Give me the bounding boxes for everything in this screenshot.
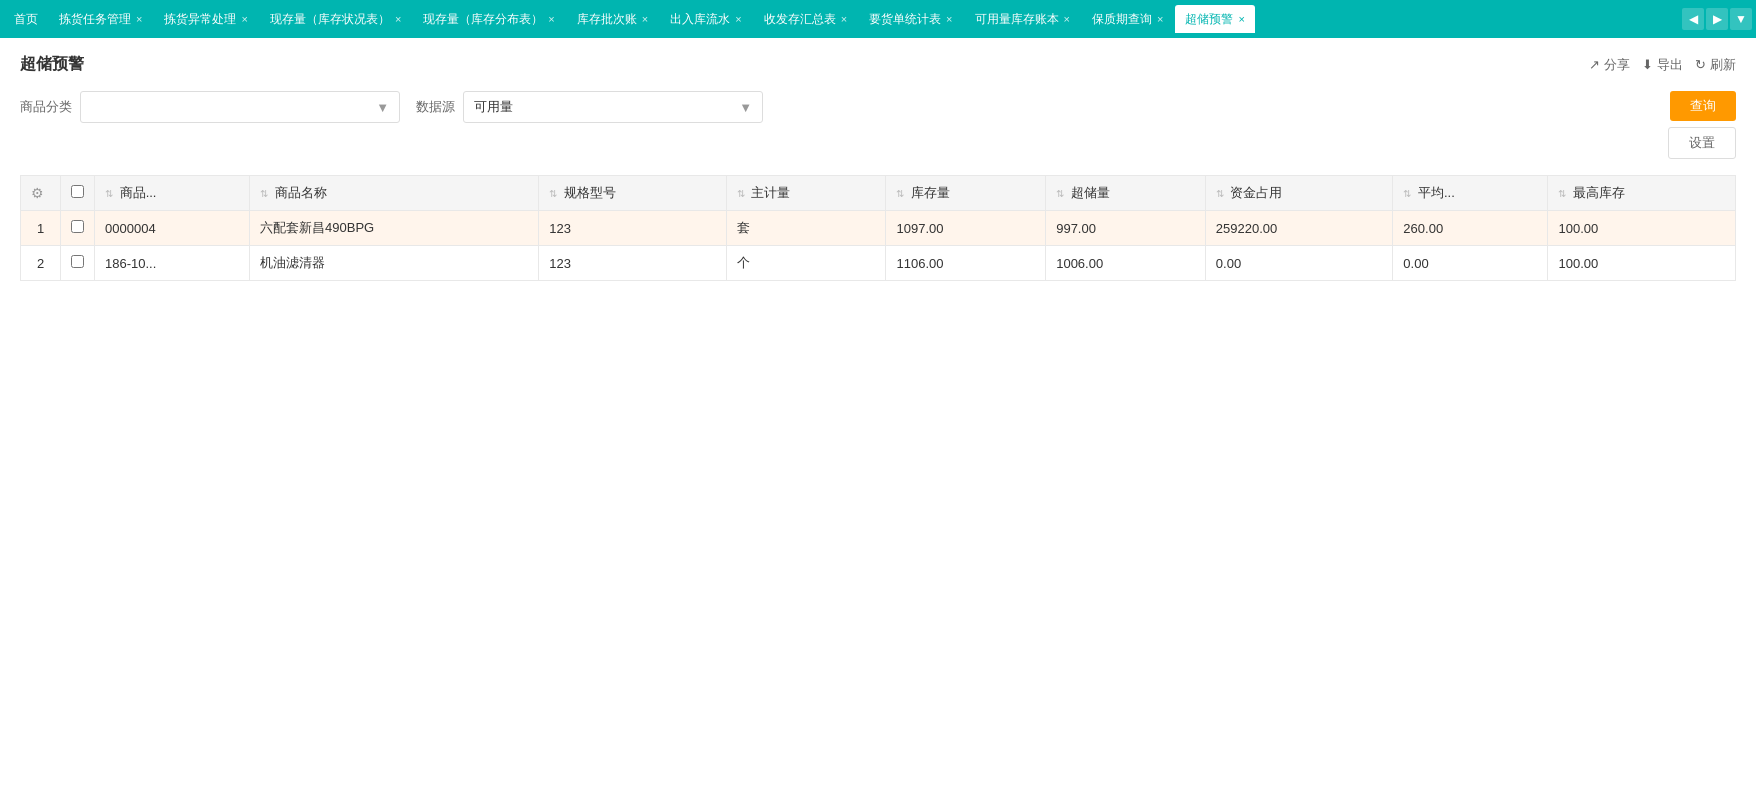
sort-icon-inventory: ⇅ bbox=[896, 188, 904, 199]
data-source-value: 可用量 bbox=[474, 98, 513, 116]
table-row: 1 0000004 六配套新昌490BPG 123 套 1097.00 997.… bbox=[21, 211, 1736, 246]
row-2-capital: 0.00 bbox=[1205, 246, 1393, 281]
th-capital[interactable]: ⇅ 资金占用 bbox=[1205, 176, 1393, 211]
row-1-product-code: 0000004 bbox=[95, 211, 250, 246]
close-tab-2[interactable]: × bbox=[241, 13, 247, 25]
nav-tab-8[interactable]: 要货单统计表 × bbox=[859, 5, 962, 33]
row-checkbox-1 bbox=[61, 211, 95, 246]
row-2-unit: 个 bbox=[726, 246, 886, 281]
page-header: 超储预警 ↗ 分享 ⬇ 导出 ↻ 刷新 bbox=[20, 54, 1736, 75]
close-tab-11[interactable]: × bbox=[1238, 13, 1244, 25]
th-product-name[interactable]: ⇅ 商品名称 bbox=[250, 176, 539, 211]
query-button[interactable]: 查询 bbox=[1670, 91, 1736, 121]
row-1-overstock: 997.00 bbox=[1046, 211, 1206, 246]
th-inventory[interactable]: ⇅ 库存量 bbox=[886, 176, 1046, 211]
th-settings: ⚙ bbox=[21, 176, 61, 211]
close-tab-1[interactable]: × bbox=[136, 13, 142, 25]
share-button[interactable]: ↗ 分享 bbox=[1589, 56, 1630, 74]
nav-tab-9[interactable]: 可用量库存账本 × bbox=[965, 5, 1080, 33]
row-1-max-inventory: 100.00 bbox=[1548, 211, 1736, 246]
close-tab-8[interactable]: × bbox=[946, 13, 952, 25]
close-tab-5[interactable]: × bbox=[642, 13, 648, 25]
main-content: 超储预警 ↗ 分享 ⬇ 导出 ↻ 刷新 商品分类 bbox=[0, 38, 1756, 800]
nav-tab-4[interactable]: 现存量（库存分布表） × bbox=[413, 5, 564, 33]
row-1-capital: 259220.00 bbox=[1205, 211, 1393, 246]
sort-icon-code: ⇅ bbox=[105, 188, 113, 199]
row-2-checkbox[interactable] bbox=[71, 255, 84, 268]
row-1-avg: 260.00 bbox=[1393, 211, 1548, 246]
sort-icon-spec: ⇅ bbox=[549, 188, 557, 199]
share-icon: ↗ bbox=[1589, 57, 1600, 72]
row-2-avg: 0.00 bbox=[1393, 246, 1548, 281]
data-table: ⚙ ⇅ 商品... ⇅ 商品名称 ⇅ 规格型号 ⇅ bbox=[20, 175, 1736, 281]
close-tab-6[interactable]: × bbox=[735, 13, 741, 25]
nav-tab-5[interactable]: 库存批次账 × bbox=[567, 5, 658, 33]
product-category-filter: 商品分类 ▼ bbox=[20, 91, 400, 123]
row-2-inventory: 1106.00 bbox=[886, 246, 1046, 281]
close-tab-10[interactable]: × bbox=[1157, 13, 1163, 25]
th-avg[interactable]: ⇅ 平均... bbox=[1393, 176, 1548, 211]
th-checkbox bbox=[61, 176, 95, 211]
table-row: 2 186-10... 机油滤清器 123 个 1106.00 1006.00 … bbox=[21, 246, 1736, 281]
nav-tab-3[interactable]: 现存量（库存状况表） × bbox=[260, 5, 411, 33]
close-tab-3[interactable]: × bbox=[395, 13, 401, 25]
nav-more-btn[interactable]: ▼ bbox=[1730, 8, 1752, 30]
product-category-select[interactable]: ▼ bbox=[80, 91, 400, 123]
row-2-product-code: 186-10... bbox=[95, 246, 250, 281]
nav-arrows: ◀ ▶ ▼ bbox=[1682, 8, 1752, 30]
data-source-filter: 数据源 可用量 ▼ bbox=[416, 91, 763, 123]
nav-tab-11[interactable]: 超储预警 × bbox=[1175, 5, 1254, 33]
th-unit[interactable]: ⇅ 主计量 bbox=[726, 176, 886, 211]
sort-icon-avg: ⇅ bbox=[1403, 188, 1411, 199]
refresh-icon: ↻ bbox=[1695, 57, 1706, 72]
row-1-inventory: 1097.00 bbox=[886, 211, 1046, 246]
data-source-arrow: ▼ bbox=[739, 100, 752, 115]
row-2-max-inventory: 100.00 bbox=[1548, 246, 1736, 281]
th-max-inventory[interactable]: ⇅ 最高库存 bbox=[1548, 176, 1736, 211]
sort-icon-unit: ⇅ bbox=[737, 188, 745, 199]
row-num-1: 1 bbox=[21, 211, 61, 246]
filter-buttons: 查询 设置 bbox=[1668, 91, 1736, 159]
page-title: 超储预警 bbox=[20, 54, 84, 75]
settings-button[interactable]: 设置 bbox=[1668, 127, 1736, 159]
nav-prev-btn[interactable]: ◀ bbox=[1682, 8, 1704, 30]
close-tab-9[interactable]: × bbox=[1064, 13, 1070, 25]
sort-icon-overstock: ⇅ bbox=[1056, 188, 1064, 199]
product-category-arrow: ▼ bbox=[376, 100, 389, 115]
nav-tab-7[interactable]: 收发存汇总表 × bbox=[754, 5, 857, 33]
sort-icon-max: ⇅ bbox=[1558, 188, 1566, 199]
product-category-label: 商品分类 bbox=[20, 98, 72, 116]
nav-tab-2[interactable]: 拣货异常处理 × bbox=[154, 5, 257, 33]
th-spec[interactable]: ⇅ 规格型号 bbox=[539, 176, 727, 211]
gear-icon[interactable]: ⚙ bbox=[31, 185, 44, 201]
header-actions: ↗ 分享 ⬇ 导出 ↻ 刷新 bbox=[1589, 56, 1736, 74]
th-overstock[interactable]: ⇅ 超储量 bbox=[1046, 176, 1206, 211]
nav-tab-10[interactable]: 保质期查询 × bbox=[1082, 5, 1173, 33]
data-source-label: 数据源 bbox=[416, 98, 455, 116]
top-nav: 首页 拣货任务管理 × 拣货异常处理 × 现存量（库存状况表） × 现存量（库存… bbox=[0, 0, 1756, 38]
select-all-checkbox[interactable] bbox=[71, 185, 84, 198]
row-2-product-name: 机油滤清器 bbox=[250, 246, 539, 281]
nav-next-btn[interactable]: ▶ bbox=[1706, 8, 1728, 30]
export-icon: ⬇ bbox=[1642, 57, 1653, 72]
row-1-spec: 123 bbox=[539, 211, 727, 246]
nav-tab-1[interactable]: 拣货任务管理 × bbox=[49, 5, 152, 33]
export-button[interactable]: ⬇ 导出 bbox=[1642, 56, 1683, 74]
row-1-checkbox[interactable] bbox=[71, 220, 84, 233]
row-2-overstock: 1006.00 bbox=[1046, 246, 1206, 281]
row-2-spec: 123 bbox=[539, 246, 727, 281]
close-tab-4[interactable]: × bbox=[548, 13, 554, 25]
row-1-product-name: 六配套新昌490BPG bbox=[250, 211, 539, 246]
sort-icon-capital: ⇅ bbox=[1216, 188, 1224, 199]
row-num-2: 2 bbox=[21, 246, 61, 281]
data-source-select[interactable]: 可用量 ▼ bbox=[463, 91, 763, 123]
sort-icon-name: ⇅ bbox=[260, 188, 268, 199]
th-product-code[interactable]: ⇅ 商品... bbox=[95, 176, 250, 211]
nav-tab-6[interactable]: 出入库流水 × bbox=[660, 5, 751, 33]
close-tab-7[interactable]: × bbox=[841, 13, 847, 25]
row-checkbox-2 bbox=[61, 246, 95, 281]
nav-home[interactable]: 首页 bbox=[4, 11, 48, 28]
refresh-button[interactable]: ↻ 刷新 bbox=[1695, 56, 1736, 74]
row-1-unit: 套 bbox=[726, 211, 886, 246]
